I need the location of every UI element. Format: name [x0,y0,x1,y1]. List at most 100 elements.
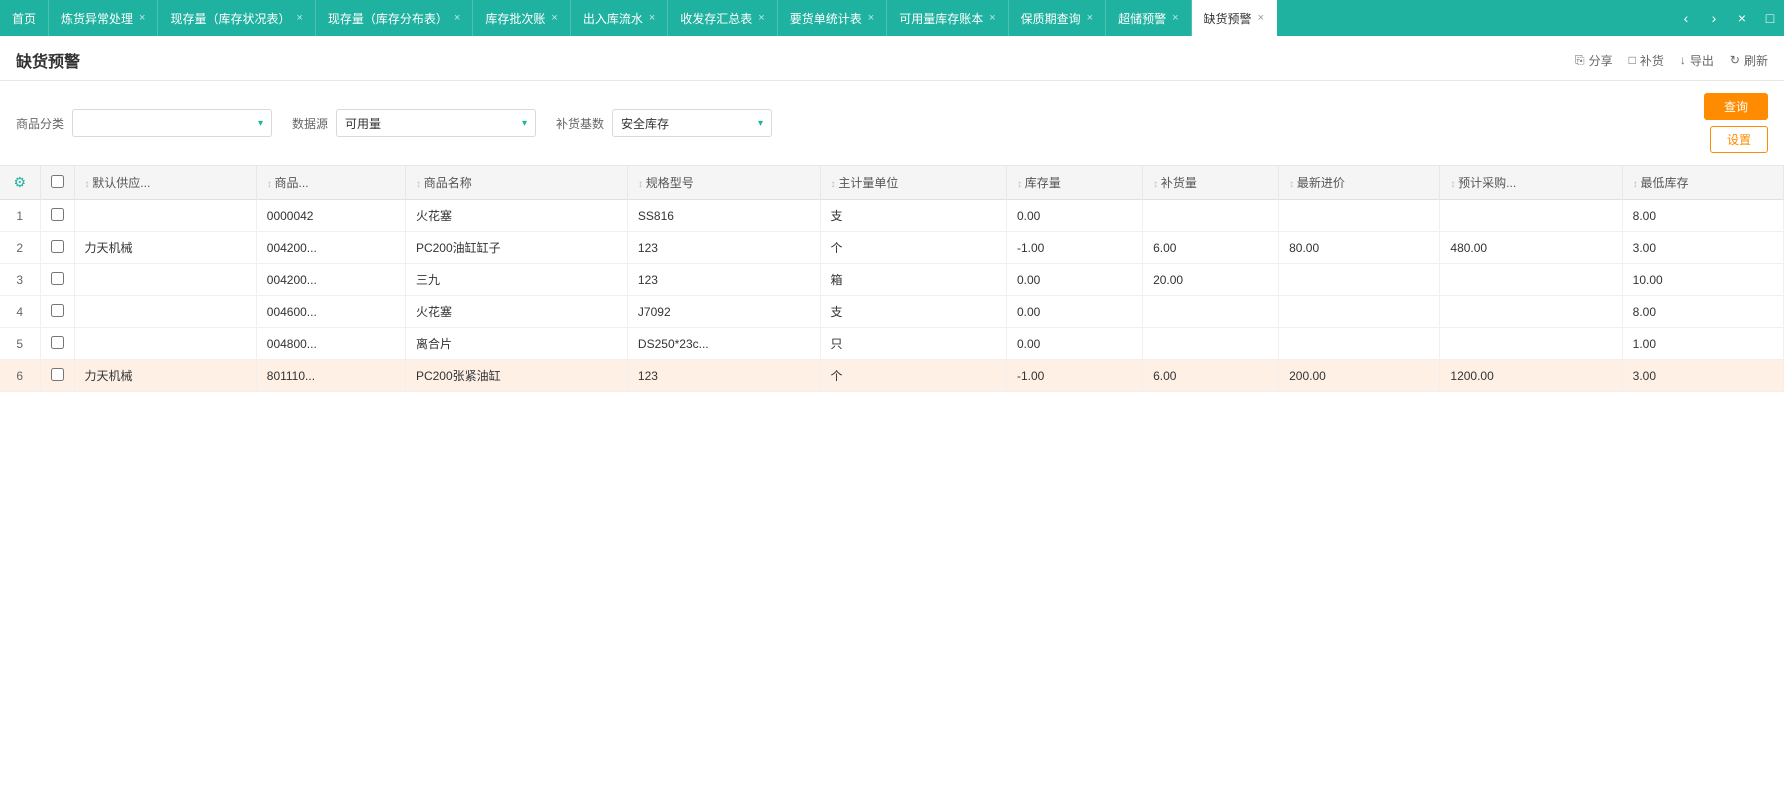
row-min-stock: 10.00 [1622,264,1783,296]
tab-bar: 首页 炼货异常处理 × 现存量（库存状况表） × 现存量（库存分布表） × 库存… [0,0,1784,36]
col-name[interactable]: 商品名称 [405,166,627,200]
tab-overstock-close[interactable]: × [1172,12,1178,24]
tab-shortage-label: 缺货预警 [1204,10,1252,27]
row-min-stock: 3.00 [1622,232,1783,264]
row-checkbox[interactable] [51,272,64,285]
tab-abnormal[interactable]: 炼货异常处理 × [49,0,158,36]
col-min-stock[interactable]: 最低库存 [1622,166,1783,200]
tab-expiry-close[interactable]: × [1087,12,1093,24]
select-all-checkbox[interactable] [51,175,64,188]
main-content: 缺货预警 ⎘ 分享 □ 补货 ↓ 导出 ↻ 刷新 商品分类 [0,36,1784,796]
col-estimated-purchase[interactable]: 预计采购... [1440,166,1622,200]
col-supplier[interactable]: 默认供应... [74,166,256,200]
tab-close-all-button[interactable]: × [1728,0,1756,36]
tab-prev-button[interactable]: ‹ [1672,0,1700,36]
tab-shortage[interactable]: 缺货预警 × [1192,0,1277,36]
tab-batch[interactable]: 库存批次账 × [473,0,570,36]
replenish-label: 补货 [1640,52,1664,69]
tab-batch-close[interactable]: × [551,12,557,24]
query-button[interactable]: 查询 [1704,93,1768,120]
settings-button[interactable]: 设置 [1710,126,1768,153]
row-spec: J7092 [627,296,820,328]
row-replenish [1143,328,1279,360]
tab-available-close[interactable]: × [989,12,995,24]
col-spec[interactable]: 规格型号 [627,166,820,200]
gear-icon[interactable]: ⚙ [13,174,26,190]
row-name: 火花塞 [405,296,627,328]
col-unit[interactable]: 主计量单位 [820,166,1006,200]
replenish-base-select[interactable]: 安全库存 ▾ [612,109,772,137]
tab-abnormal-close[interactable]: × [139,12,145,24]
table-row: 6 力天机械 801110... PC200张紧油缸 123 个 -1.00 6… [0,360,1784,392]
col-settings[interactable]: ⚙ [0,166,40,200]
share-button[interactable]: ⎘ 分享 [1575,52,1613,69]
tab-shortage-close[interactable]: × [1258,12,1264,24]
col-code[interactable]: 商品... [256,166,405,200]
row-checkbox[interactable] [51,208,64,221]
col-stock[interactable]: 库存量 [1007,166,1143,200]
row-latest-price: 80.00 [1279,232,1440,264]
row-latest-price [1279,264,1440,296]
col-latest-price[interactable]: 最新进价 [1279,166,1440,200]
row-checkbox[interactable] [51,368,64,381]
tab-inout-close[interactable]: × [649,12,655,24]
export-button[interactable]: ↓ 导出 [1680,52,1714,69]
datasource-label: 数据源 [292,115,328,132]
tab-summary-close[interactable]: × [758,12,764,24]
row-latest-price [1279,328,1440,360]
row-checkbox[interactable] [51,304,64,317]
tab-inventory-dist-close[interactable]: × [454,12,460,24]
row-unit: 箱 [820,264,1006,296]
replenish-button[interactable]: □ 补货 [1629,52,1664,69]
replenish-base-filter-group: 补货基数 安全库存 ▾ [556,109,772,137]
tab-inout-label: 出入库流水 [583,10,643,27]
category-select[interactable]: ▾ [72,109,272,137]
row-code: 004800... [256,328,405,360]
tab-reqstat[interactable]: 要货单统计表 × [778,0,887,36]
category-label: 商品分类 [16,115,64,132]
data-table: ⚙ 默认供应... 商品... 商品名称 规格型号 [0,166,1784,392]
row-replenish: 20.00 [1143,264,1279,296]
tab-available[interactable]: 可用量库存账本 × [887,0,1008,36]
row-estimated-purchase [1440,328,1622,360]
header-actions: ⎘ 分享 □ 补货 ↓ 导出 ↻ 刷新 [1575,52,1768,69]
refresh-button[interactable]: ↻ 刷新 [1730,52,1768,69]
table-row: 2 力天机械 004200... PC200油缸缸子 123 个 -1.00 6… [0,232,1784,264]
tab-expiry-label: 保质期查询 [1021,10,1081,27]
row-stock: -1.00 [1007,232,1143,264]
row-checkbox[interactable] [51,336,64,349]
row-estimated-purchase: 1200.00 [1440,360,1622,392]
tab-summary-label: 收发存汇总表 [680,10,752,27]
tab-maximize-button[interactable]: □ [1756,0,1784,36]
row-code: 004600... [256,296,405,328]
row-spec: 123 [627,360,820,392]
row-replenish [1143,296,1279,328]
tab-overstock[interactable]: 超储预警 × [1106,0,1191,36]
tab-inout[interactable]: 出入库流水 × [571,0,668,36]
row-spec: SS816 [627,200,820,232]
tab-homepage-label: 首页 [12,10,36,27]
filter-actions: 查询 设置 [1704,93,1768,153]
tab-summary[interactable]: 收发存汇总表 × [668,0,777,36]
tab-expiry[interactable]: 保质期查询 × [1009,0,1106,36]
row-checkbox[interactable] [51,240,64,253]
tab-inventory-status-close[interactable]: × [296,12,302,24]
tab-homepage[interactable]: 首页 [0,0,49,36]
row-min-stock: 8.00 [1622,200,1783,232]
tab-inventory-dist-label: 现存量（库存分布表） [328,10,448,27]
tab-inventory-dist[interactable]: 现存量（库存分布表） × [316,0,473,36]
col-replenish[interactable]: 补货量 [1143,166,1279,200]
row-stock: 0.00 [1007,296,1143,328]
share-label: 分享 [1589,52,1613,69]
datasource-arrow-icon: ▾ [522,118,527,129]
row-estimated-purchase [1440,296,1622,328]
table-container: ⚙ 默认供应... 商品... 商品名称 规格型号 [0,166,1784,392]
row-name: PC200张紧油缸 [405,360,627,392]
page-header: 缺货预警 ⎘ 分享 □ 补货 ↓ 导出 ↻ 刷新 [0,36,1784,81]
tab-inventory-status[interactable]: 现存量（库存状况表） × [158,0,315,36]
datasource-select[interactable]: 可用量 ▾ [336,109,536,137]
tab-next-button[interactable]: › [1700,0,1728,36]
table-row: 3 004200... 三九 123 箱 0.00 20.00 10.00 [0,264,1784,296]
row-spec: 123 [627,264,820,296]
tab-reqstat-close[interactable]: × [868,12,874,24]
